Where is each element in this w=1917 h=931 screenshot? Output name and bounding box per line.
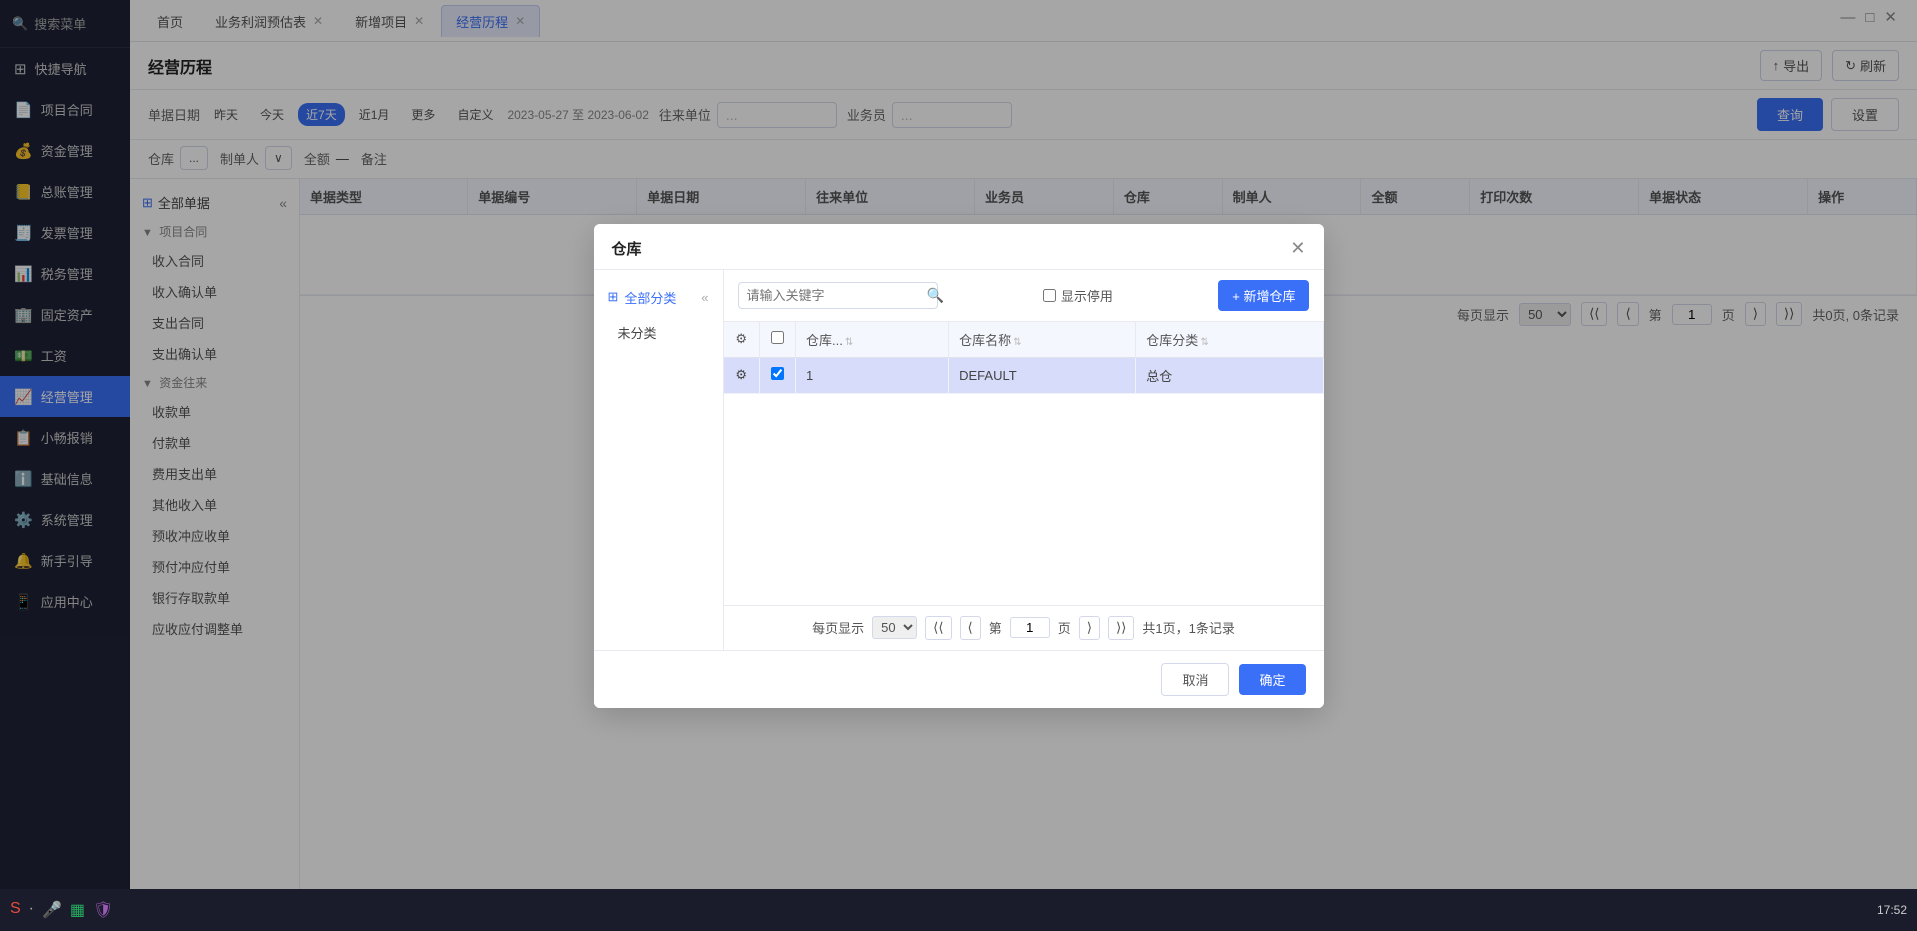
modal-last-page[interactable]: ⟩⟩ — [1108, 616, 1134, 640]
taskbar-icon-3[interactable]: 🎤 — [42, 900, 62, 920]
taskbar-icons: S · 🎤 ▦ 🛡 — [10, 900, 113, 920]
modal-col-code: 仓库...⇅ — [796, 322, 949, 358]
modal-page-label: 第 — [989, 618, 1002, 637]
modal-tree-collapse[interactable]: « — [701, 290, 708, 305]
modal-page-input[interactable] — [1010, 617, 1050, 638]
modal-cancel-button[interactable]: 取消 — [1161, 663, 1229, 696]
add-warehouse-label: + 新增仓库 — [1232, 286, 1295, 305]
modal-tree-uncat-label: 未分类 — [618, 323, 657, 342]
search-icon: 🔍 — [927, 287, 944, 304]
modal-pagination: 每页显示 50 ⟨⟨ ⟨ 第 页 ⟩ ⟩⟩ 共1页，1条记录 — [724, 605, 1324, 650]
modal-per-page-label: 每页显示 — [812, 618, 864, 637]
row-code: DEFAULT — [949, 357, 1136, 393]
row-settings: ⚙ — [724, 357, 760, 393]
sort-icon-cat: ⇅ — [1200, 337, 1208, 348]
modal-next-page[interactable]: ⟩ — [1079, 616, 1100, 640]
row-name: 总仓 — [1136, 357, 1323, 393]
modal-table-row[interactable]: ⚙ 1 DEFAULT 总仓 — [724, 357, 1324, 393]
modal-tree: ⊞ 全部分类 « 未分类 — [594, 270, 724, 650]
modal-title: 仓库 — [612, 238, 642, 259]
modal-table-wrap: ⚙ 仓库...⇅ 仓库名称⇅ — [724, 322, 1324, 605]
modal-header: 仓库 ✕ — [594, 224, 1324, 270]
show-disabled-text: 显示停用 — [1061, 286, 1113, 305]
tree-all-icon: ⊞ — [608, 289, 619, 305]
modal-body: ⊞ 全部分类 « 未分类 🔍 显示停用 — [594, 270, 1324, 650]
row-checkbox[interactable] — [760, 357, 796, 393]
row-id: 1 — [796, 357, 949, 393]
modal-tree-uncategorized[interactable]: 未分类 — [594, 315, 723, 350]
warehouse-modal: 仓库 ✕ ⊞ 全部分类 « 未分类 — [594, 224, 1324, 708]
modal-search-input[interactable] — [747, 288, 923, 303]
taskbar-icon-4[interactable]: ▦ — [70, 900, 85, 920]
modal-toolbar: 🔍 显示停用 + 新增仓库 — [724, 270, 1324, 322]
modal-close-button[interactable]: ✕ — [1290, 238, 1305, 259]
modal-col-category: 仓库分类⇅ — [1136, 322, 1323, 358]
add-warehouse-button[interactable]: + 新增仓库 — [1218, 280, 1309, 311]
sort-icon-name: ⇅ — [1013, 337, 1021, 348]
modal-prev-page[interactable]: ⟨ — [960, 616, 981, 640]
show-disabled-checkbox[interactable] — [1043, 289, 1056, 302]
modal-footer: 取消 确定 — [594, 650, 1324, 708]
modal-page-suffix: 页 — [1058, 618, 1071, 637]
taskbar-icon-5[interactable]: 🛡 — [93, 900, 113, 920]
show-disabled-label[interactable]: 显示停用 — [1043, 286, 1113, 305]
modal-overlay: 仓库 ✕ ⊞ 全部分类 « 未分类 — [0, 0, 1917, 931]
taskbar-icon-1[interactable]: S — [10, 900, 21, 920]
select-all-checkbox[interactable] — [771, 331, 784, 344]
modal-total: 共1页，1条记录 — [1142, 618, 1234, 637]
row-select-checkbox[interactable] — [771, 367, 784, 380]
taskbar-icon-2[interactable]: · — [29, 900, 34, 920]
sort-icon-code: ⇅ — [845, 337, 853, 348]
modal-first-page[interactable]: ⟨⟨ — [925, 616, 951, 640]
taskbar-clock: 17:52 — [1877, 903, 1907, 917]
modal-tree-all-label: 全部分类 — [624, 288, 676, 307]
taskbar: S · 🎤 ▦ 🛡 17:52 — [0, 889, 1917, 931]
modal-col-checkbox[interactable] — [760, 322, 796, 358]
modal-per-page-select[interactable]: 50 — [872, 616, 917, 639]
modal-right-content: 🔍 显示停用 + 新增仓库 ⚙ — [724, 270, 1324, 650]
modal-table: ⚙ 仓库...⇅ 仓库名称⇅ — [724, 322, 1324, 394]
modal-tree-all[interactable]: ⊞ 全部分类 « — [594, 280, 723, 315]
modal-col-settings[interactable]: ⚙ — [724, 322, 760, 358]
modal-col-name: 仓库名称⇅ — [949, 322, 1136, 358]
modal-search-box[interactable]: 🔍 — [738, 282, 938, 309]
modal-confirm-button[interactable]: 确定 — [1239, 664, 1305, 695]
